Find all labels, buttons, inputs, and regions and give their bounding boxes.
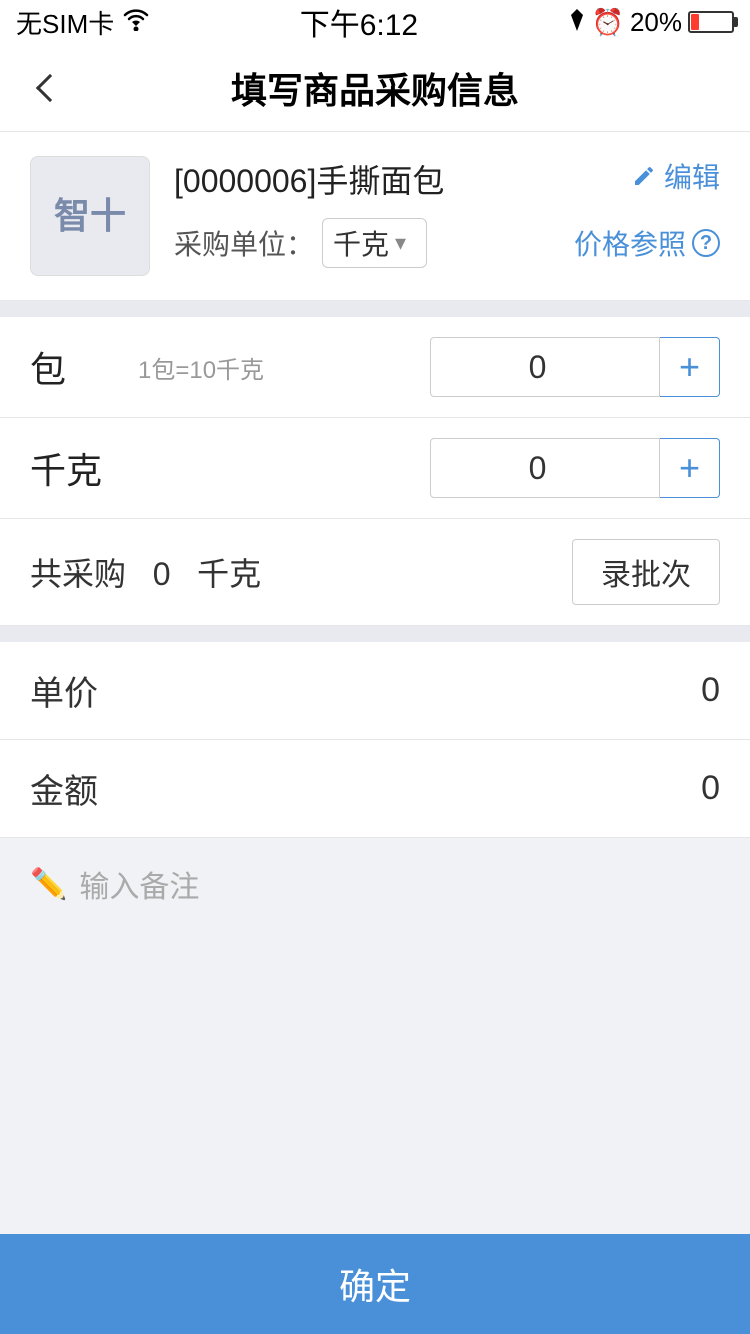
total-label: 共采购 0 千克 <box>30 549 261 595</box>
batch-button[interactable]: 录批次 <box>572 539 720 605</box>
product-header: [0000006]手撕面包 编辑 <box>174 156 720 202</box>
kg-label: 千克 <box>30 442 130 494</box>
kg-input-wrapper: + <box>430 438 720 498</box>
unit-price-label: 单价 <box>30 666 98 715</box>
bag-label: 包 <box>30 341 130 393</box>
total-row: 共采购 0 千克 录批次 <box>0 519 750 626</box>
amount-label: 金额 <box>30 764 98 813</box>
bag-input-row: 包 1包=10千克 + <box>0 317 750 418</box>
price-ref-button[interactable]: 价格参照 ? <box>574 223 720 263</box>
separator-2 <box>0 626 750 642</box>
bag-quantity-input[interactable] <box>430 337 660 397</box>
status-bar: 无SIM卡 下午6:12 ⏰ 20% <box>0 0 750 44</box>
confirm-button[interactable]: 确定 <box>0 1234 750 1334</box>
note-section[interactable]: ✏️ 输入备注 <box>0 838 750 930</box>
wifi-icon <box>122 7 150 38</box>
product-image: 智十 <box>30 156 150 276</box>
bag-input-right: + <box>430 337 720 397</box>
nav-bar: 填写商品采购信息 <box>0 44 750 132</box>
kg-input-row: 千克 + <box>0 418 750 519</box>
carrier-text: 无SIM卡 <box>16 4 114 41</box>
pencil-icon: ✏️ <box>30 867 67 902</box>
bag-input-wrapper: + <box>430 337 720 397</box>
alarm-icon: ⏰ <box>592 7 624 38</box>
status-bar-time: 下午6:12 <box>300 0 418 44</box>
product-name: [0000006]手撕面包 <box>174 156 444 202</box>
status-bar-left: 无SIM卡 <box>16 4 150 41</box>
status-bar-right: ⏰ 20% <box>568 7 734 38</box>
back-button[interactable] <box>0 44 88 132</box>
note-placeholder: 输入备注 <box>79 862 199 906</box>
input-section: 包 1包=10千克 + 千克 + 共采购 <box>0 317 750 626</box>
unit-price-value: 0 <box>701 671 720 710</box>
amount-value: 0 <box>701 769 720 808</box>
value-section: 单价 0 金额 0 <box>0 642 750 838</box>
unit-select[interactable]: 千克 ▾ <box>322 218 427 268</box>
bottom-space <box>0 930 750 1230</box>
price-ref-label: 价格参照 <box>574 223 686 263</box>
page-title: 填写商品采购信息 <box>231 62 519 114</box>
edit-button[interactable]: 编辑 <box>632 156 720 196</box>
unit-price-row: 单价 0 <box>0 642 750 740</box>
kg-plus-button[interactable]: + <box>660 438 720 498</box>
battery-icon <box>688 11 734 33</box>
product-card: 智十 [0000006]手撕面包 编辑 采购单位： 千克 ▾ <box>0 132 750 301</box>
kg-quantity-input[interactable] <box>430 438 660 498</box>
unit-value: 千克 <box>333 223 389 263</box>
kg-input-right: + <box>430 438 720 498</box>
amount-row: 金额 0 <box>0 740 750 838</box>
back-arrow-icon <box>36 73 64 101</box>
bag-sublabel: 1包=10千克 <box>138 350 264 385</box>
battery-percent: 20% <box>630 7 682 38</box>
dropdown-arrow-icon: ▾ <box>395 230 406 256</box>
unit-label: 采购单位： <box>174 223 314 263</box>
info-icon: ? <box>692 229 720 257</box>
product-logo: 智十 <box>54 196 126 236</box>
product-unit-row: 采购单位： 千克 ▾ 价格参照 ? <box>174 218 720 268</box>
separator-1 <box>0 301 750 317</box>
location-icon <box>568 7 586 38</box>
product-info: [0000006]手撕面包 编辑 采购单位： 千克 ▾ 价格 <box>174 156 720 268</box>
bag-plus-button[interactable]: + <box>660 337 720 397</box>
